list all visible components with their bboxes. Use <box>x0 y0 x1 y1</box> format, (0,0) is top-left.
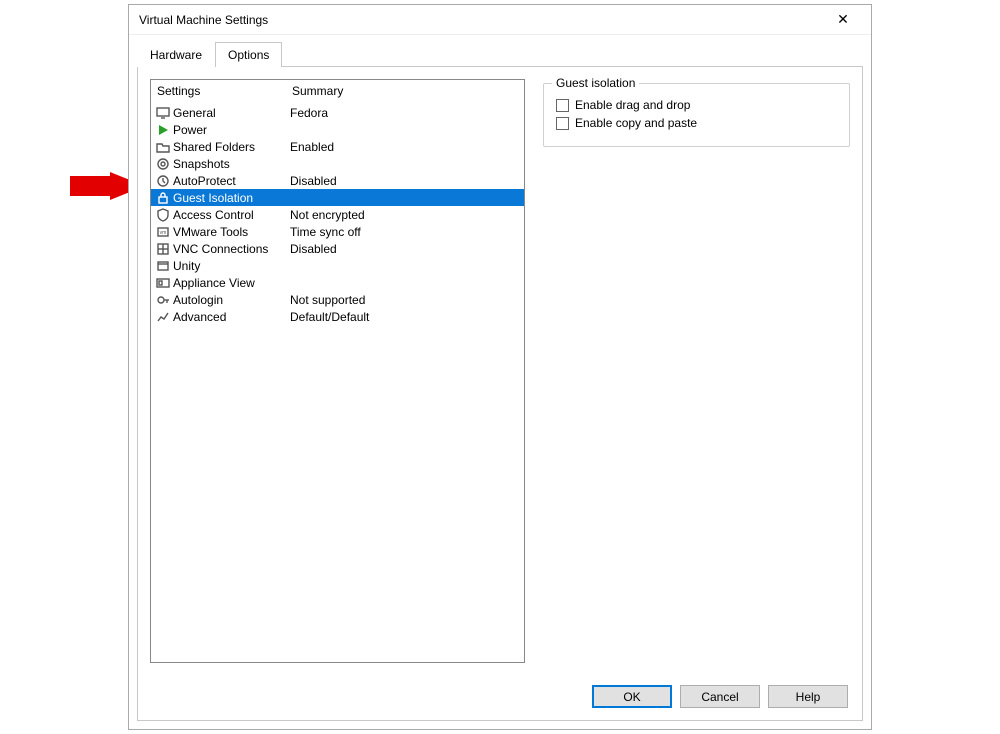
svg-text:vm: vm <box>160 230 167 236</box>
row-label: VNC Connections <box>173 242 290 256</box>
settings-row-power[interactable]: Power <box>151 121 524 138</box>
settings-list: Settings Summary GeneralFedoraPowerShare… <box>150 79 525 663</box>
tab-panel-options: Settings Summary GeneralFedoraPowerShare… <box>137 66 863 721</box>
row-summary: Default/Default <box>290 310 520 324</box>
row-summary: Disabled <box>290 174 520 188</box>
checkbox-box-icon <box>556 99 569 112</box>
row-label: Advanced <box>173 310 290 324</box>
row-label: Appliance View <box>173 276 290 290</box>
row-summary: Disabled <box>290 242 520 256</box>
appliance-icon <box>155 276 171 290</box>
vm-settings-dialog: Virtual Machine Settings ✕ Hardware Opti… <box>128 4 872 730</box>
row-label: VMware Tools <box>173 225 290 239</box>
row-summary: Not supported <box>290 293 520 307</box>
settings-row-vmware-tools[interactable]: vm VMware ToolsTime sync off <box>151 223 524 240</box>
dialog-buttons: OK Cancel Help <box>138 675 862 720</box>
monitor-icon <box>155 106 171 120</box>
row-summary: Time sync off <box>290 225 520 239</box>
tab-hardware[interactable]: Hardware <box>137 42 215 67</box>
settings-row-autologin[interactable]: AutologinNot supported <box>151 291 524 308</box>
settings-row-appliance-view[interactable]: Appliance View <box>151 274 524 291</box>
settings-row-shared-folders[interactable]: Shared FoldersEnabled <box>151 138 524 155</box>
list-header: Settings Summary <box>151 80 524 104</box>
vm-box-icon: vm <box>155 225 171 239</box>
settings-row-unity[interactable]: Unity <box>151 257 524 274</box>
tabstrip: Hardware Options <box>129 35 871 66</box>
row-label: Unity <box>173 259 290 273</box>
settings-row-vnc-connections[interactable]: VNC ConnectionsDisabled <box>151 240 524 257</box>
column-header-summary: Summary <box>292 84 518 98</box>
lock-icon <box>155 191 171 205</box>
tab-options[interactable]: Options <box>215 42 282 67</box>
row-label: Autologin <box>173 293 290 307</box>
window-title: Virtual Machine Settings <box>137 13 823 27</box>
checkbox-label: Enable drag and drop <box>575 98 690 112</box>
chart-icon <box>155 310 171 324</box>
window-icon <box>155 259 171 273</box>
row-label: General <box>173 106 290 120</box>
row-label: Snapshots <box>173 157 290 171</box>
settings-row-snapshots[interactable]: Snapshots <box>151 155 524 172</box>
row-summary: Enabled <box>290 140 520 154</box>
row-label: Shared Folders <box>173 140 290 154</box>
grid-icon <box>155 242 171 256</box>
row-summary: Fedora <box>290 106 520 120</box>
column-header-settings: Settings <box>157 84 292 98</box>
checkbox-enable-copy-paste[interactable]: Enable copy and paste <box>556 116 837 130</box>
settings-row-autoprotect[interactable]: AutoProtectDisabled <box>151 172 524 189</box>
checkbox-label: Enable copy and paste <box>575 116 697 130</box>
details-pane: Guest isolation Enable drag and drop Ena… <box>543 79 850 663</box>
row-label: Guest Isolation <box>173 191 290 205</box>
group-title: Guest isolation <box>552 76 639 90</box>
key-icon <box>155 293 171 307</box>
row-summary: Not encrypted <box>290 208 520 222</box>
close-button[interactable]: ✕ <box>823 11 863 28</box>
settings-row-advanced[interactable]: AdvancedDefault/Default <box>151 308 524 325</box>
folder-share-icon <box>155 140 171 154</box>
play-icon <box>155 123 171 137</box>
checkbox-box-icon <box>556 117 569 130</box>
group-guest-isolation: Guest isolation Enable drag and drop Ena… <box>543 83 850 147</box>
row-label: AutoProtect <box>173 174 290 188</box>
help-button[interactable]: Help <box>768 685 848 708</box>
clock-icon <box>155 174 171 188</box>
row-label: Access Control <box>173 208 290 222</box>
list-rows: GeneralFedoraPowerShared FoldersEnabledS… <box>151 104 524 662</box>
snapshot-icon <box>155 157 171 171</box>
settings-row-general[interactable]: GeneralFedora <box>151 104 524 121</box>
cancel-button[interactable]: Cancel <box>680 685 760 708</box>
settings-row-guest-isolation[interactable]: Guest Isolation <box>151 189 524 206</box>
settings-row-access-control[interactable]: Access ControlNot encrypted <box>151 206 524 223</box>
row-label: Power <box>173 123 290 137</box>
shield-icon <box>155 208 171 222</box>
ok-button[interactable]: OK <box>592 685 672 708</box>
checkbox-enable-drag-drop[interactable]: Enable drag and drop <box>556 98 837 112</box>
titlebar: Virtual Machine Settings ✕ <box>129 5 871 35</box>
